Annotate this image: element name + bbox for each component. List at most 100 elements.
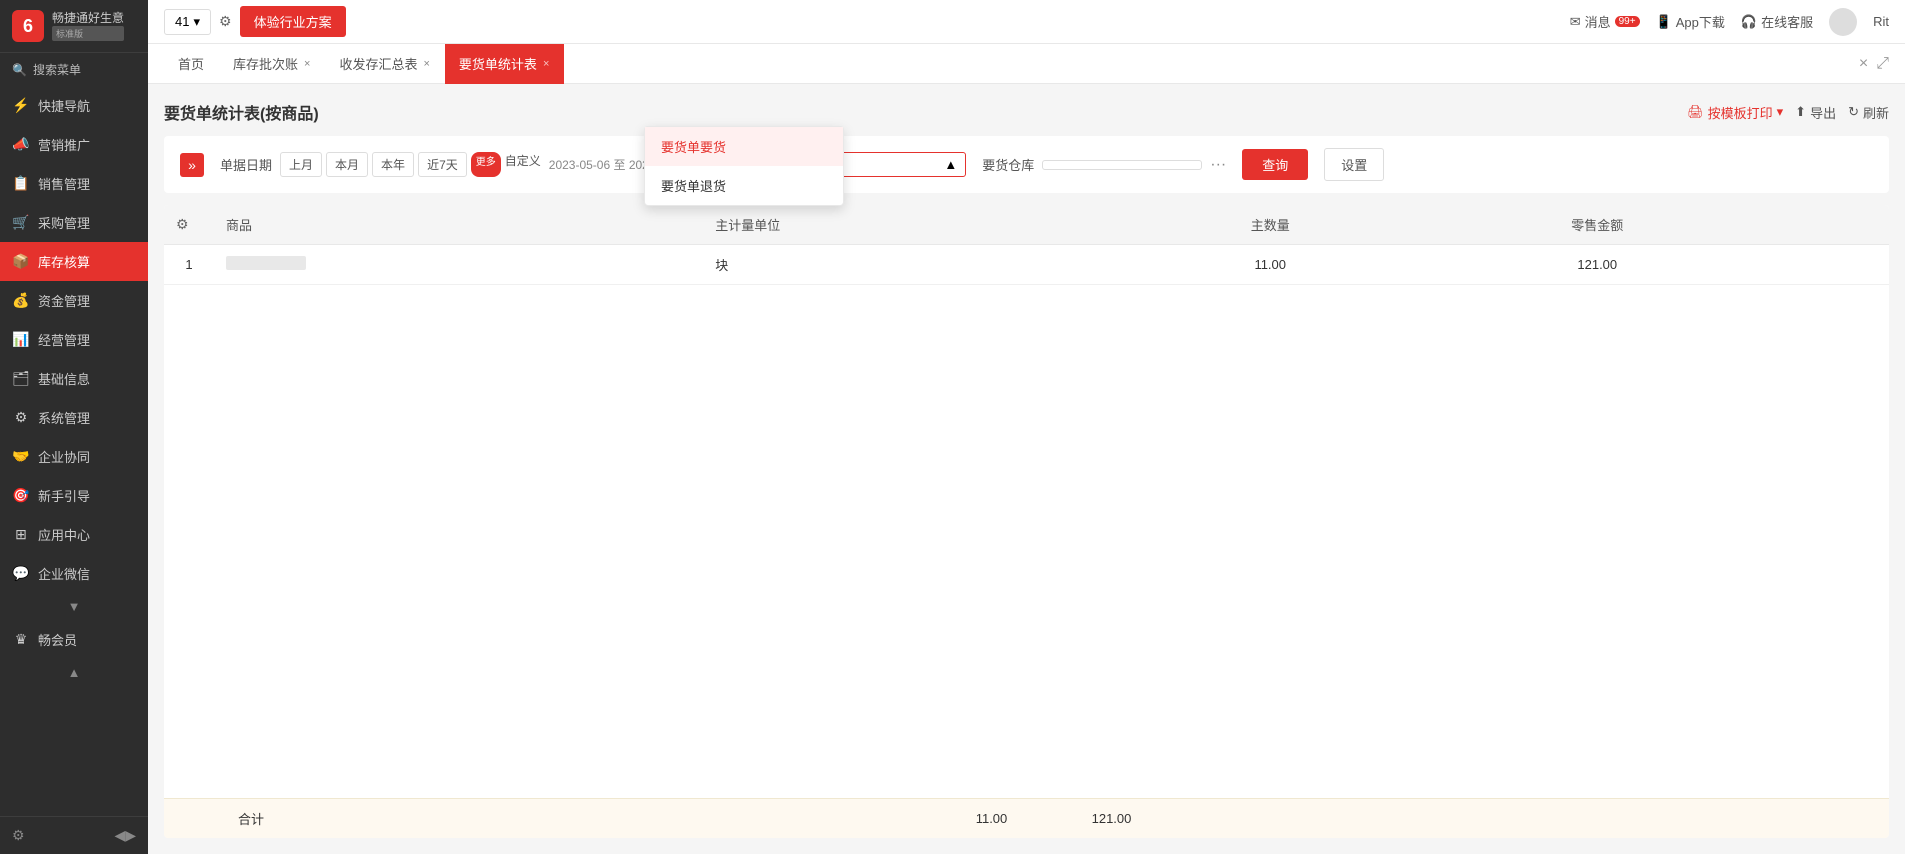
date-custom-btn[interactable]: 自定义 <box>505 152 541 177</box>
online-service-btn[interactable]: 🎧 在线客服 <box>1741 12 1813 31</box>
tab-receive-summary-label: 收发存汇总表 <box>339 54 417 73</box>
sidebar-item-purchase[interactable]: 🛒 采购管理 <box>0 203 148 242</box>
sidebar-scroll-up[interactable]: ▲ <box>0 659 148 686</box>
sidebar-search[interactable]: 🔍 搜索菜单 <box>0 53 148 86</box>
search-icon: 🔍 <box>12 63 27 77</box>
tab-receive-summary-close[interactable]: × <box>423 58 429 70</box>
tab-expand-btn[interactable]: ⤢ <box>1876 55 1889 73</box>
settings-icon[interactable]: ⚙ <box>12 827 25 844</box>
date-current-btn[interactable]: 本月 <box>326 152 368 177</box>
refresh-icon: ↻ <box>1848 104 1859 120</box>
topbar: 41 ▾ ⚙ 体验行业方案 ✉ 消息 99+ 📱 App下载 🎧 在线客服 Ri… <box>148 0 1905 44</box>
date-year-btn[interactable]: 本年 <box>372 152 414 177</box>
warehouse-filter-group: 要货仓库 ··· <box>982 155 1226 174</box>
export-btn[interactable]: ⬆ 导出 <box>1795 103 1836 122</box>
date-more-badge[interactable]: 更多 <box>471 152 501 177</box>
tab-close-all-btn[interactable]: × <box>1859 55 1868 73</box>
tab-actions: × ⤢ <box>1843 55 1905 73</box>
column-settings-icon[interactable]: ⚙ <box>176 216 189 232</box>
topbar-gear-icon[interactable]: ⚙ <box>219 13 232 30</box>
sidebar-item-label: 系统管理 <box>38 408 90 427</box>
sidebar-logo: 6 畅捷通好生意 标准版 <box>0 0 148 53</box>
message-label: 消息 <box>1585 12 1611 31</box>
refresh-btn[interactable]: ↻ 刷新 <box>1848 103 1889 122</box>
inventory-icon: 📦 <box>12 253 30 270</box>
footer-qty-value: 11.00 <box>976 811 1008 826</box>
print-btn[interactable]: 🖨 按模板打印 ▾ <box>1687 103 1783 122</box>
service-icon: 🎧 <box>1741 14 1757 30</box>
sidebar-item-label: 企业微信 <box>38 564 90 583</box>
sidebar-item-enterprise[interactable]: 🤝 企业协同 <box>0 437 148 476</box>
sidebar-item-label: 采购管理 <box>38 213 90 232</box>
sidebar-item-marketing[interactable]: 📣 营销推广 <box>0 125 148 164</box>
download-icon: 📱 <box>1656 14 1672 30</box>
company-value: 41 <box>175 14 189 29</box>
sidebar-item-operation[interactable]: 📊 经营管理 <box>0 320 148 359</box>
sidebar-item-label: 基础信息 <box>38 369 90 388</box>
sidebar-item-label: 营销推广 <box>38 135 90 154</box>
app-badge: 标准版 <box>52 26 124 41</box>
warehouse-filter-input[interactable] <box>1042 160 1202 170</box>
company-selector[interactable]: 41 ▾ <box>164 9 211 35</box>
tab-inventory-batch[interactable]: 库存批次账 × <box>219 44 325 84</box>
tab-home-label: 首页 <box>178 54 204 73</box>
user-name: Rit <box>1873 14 1889 29</box>
sidebar-item-label: 销售管理 <box>38 174 90 193</box>
app-download-btn[interactable]: 📱 App下载 <box>1656 12 1725 31</box>
purchase-icon: 🛒 <box>12 214 30 231</box>
message-btn[interactable]: ✉ 消息 99+ <box>1570 12 1640 31</box>
sidebar-item-base[interactable]: 🗂 基础信息 <box>0 359 148 398</box>
table-footer: 合计 11.00 121.00 <box>164 798 1889 838</box>
sidebar-item-inventory[interactable]: 📦 库存核算 <box>0 242 148 281</box>
date-quick-btns: 上月 本月 本年 近7天 更多 自定义 <box>280 152 541 177</box>
main-area: 41 ▾ ⚙ 体验行业方案 ✉ 消息 99+ 📱 App下载 🎧 在线客服 Ri… <box>148 0 1905 854</box>
footer-label: 合计 <box>226 809 932 828</box>
sidebar-item-guide[interactable]: 🎯 新手引导 <box>0 476 148 515</box>
operation-icon: 📊 <box>12 331 30 348</box>
date-prev-btn[interactable]: 上月 <box>280 152 322 177</box>
message-icon: ✉ <box>1570 14 1581 30</box>
sidebar-scroll-down[interactable]: ▼ <box>0 593 148 620</box>
logo-icon: 6 <box>12 10 44 42</box>
cell-product <box>214 245 703 285</box>
filter-expand-btn[interactable]: » <box>180 153 204 177</box>
cell-extra <box>1776 245 1889 285</box>
query-btn[interactable]: 查询 <box>1242 149 1308 180</box>
collapse-icon[interactable]: ◀▶ <box>114 827 136 844</box>
type-dropdown-menu: 要货单要货 要货单退货 <box>644 126 844 206</box>
filter-bar: » 单据日期 上月 本月 本年 近7天 更多 自定义 2023-05-06 至 … <box>164 136 1889 193</box>
tab-order-summary[interactable]: 要货单统计表 × <box>445 44 564 84</box>
dropdown-item-order-goods[interactable]: 要货单要货 <box>645 127 843 166</box>
filter-settings-btn[interactable]: 设置 <box>1324 148 1384 181</box>
dropdown-item-order-return-label: 要货单退货 <box>661 179 726 194</box>
tab-receive-summary[interactable]: 收发存汇总表 × <box>325 44 444 84</box>
tab-inventory-batch-close[interactable]: × <box>304 58 310 70</box>
sidebar-item-label: 库存核算 <box>38 252 90 271</box>
th-settings: ⚙ <box>164 205 214 245</box>
tab-home[interactable]: 首页 <box>164 44 219 84</box>
sidebar: 6 畅捷通好生意 标准版 🔍 搜索菜单 ⚡ 快捷导航 📣 营销推广 📋 销售管理… <box>0 0 148 854</box>
sidebar-item-appcenter[interactable]: ⊞ 应用中心 <box>0 515 148 554</box>
export-icon: ⬆ <box>1795 104 1806 120</box>
date-filter-group: 单据日期 上月 本月 本年 近7天 更多 自定义 2023-05-06 至 20… <box>220 152 690 177</box>
date-filter-label: 单据日期 <box>220 155 272 174</box>
page-content: 要货单统计表(按商品) 🖨 按模板打印 ▾ ⬆ 导出 ↻ 刷新 » <box>148 84 1905 854</box>
dropdown-item-order-return[interactable]: 要货单退货 <box>645 166 843 205</box>
sidebar-item-finance[interactable]: 💰 资金管理 <box>0 281 148 320</box>
trial-btn[interactable]: 体验行业方案 <box>240 6 346 37</box>
footer-amount: 121.00 <box>1052 811 1172 826</box>
tab-order-summary-close[interactable]: × <box>543 58 549 70</box>
sidebar-item-quick-nav[interactable]: ⚡ 快捷导航 <box>0 86 148 125</box>
sidebar-item-system[interactable]: ⚙ 系统管理 <box>0 398 148 437</box>
sidebar-item-member[interactable]: ♛ 畅会员 <box>0 620 148 659</box>
avatar <box>1829 8 1857 36</box>
filter-more-btn[interactable]: ··· <box>1210 156 1226 174</box>
topbar-left: 41 ▾ ⚙ 体验行业方案 <box>164 6 1558 37</box>
sidebar-item-sales[interactable]: 📋 销售管理 <box>0 164 148 203</box>
cell-no: 1 <box>164 245 214 285</box>
sidebar-item-label: 畅会员 <box>38 630 77 649</box>
sidebar-item-wechat[interactable]: 💬 企业微信 <box>0 554 148 593</box>
sidebar-item-label: 经营管理 <box>38 330 90 349</box>
date-recent-btn[interactable]: 近7天 <box>418 152 467 177</box>
app-name: 畅捷通好生意 <box>52 11 124 27</box>
